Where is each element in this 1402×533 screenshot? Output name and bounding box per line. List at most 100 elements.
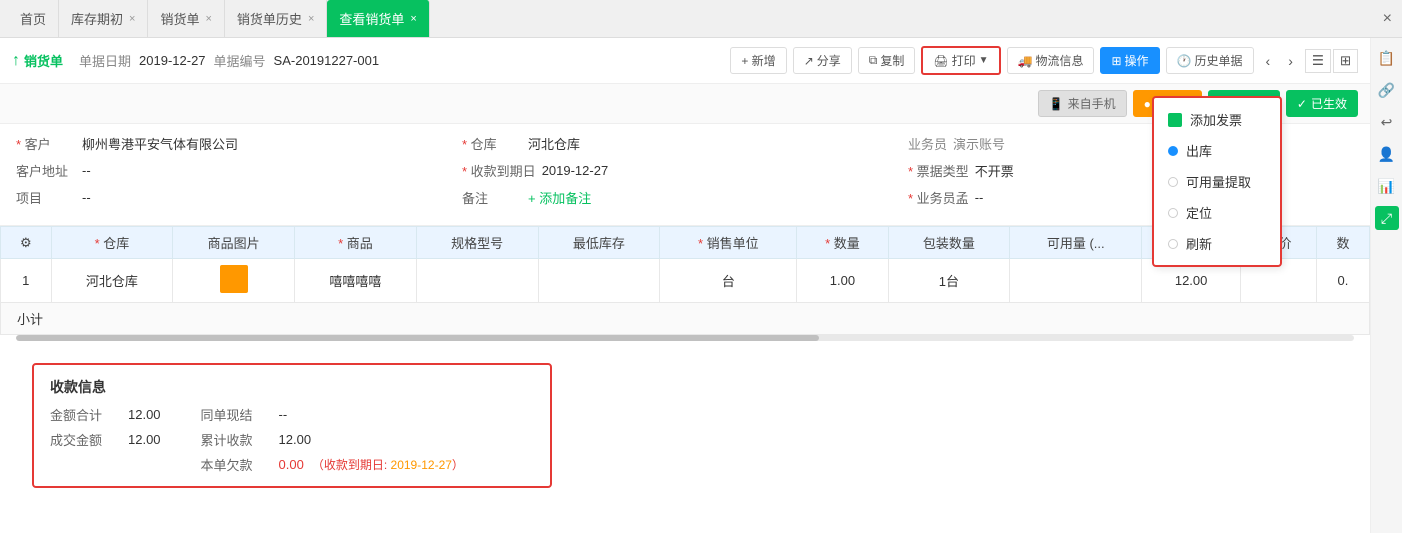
tab-view-sales[interactable]: 查看销货单 × <box>327 0 429 37</box>
col-image: 商品图片 <box>173 227 295 259</box>
tab-view-sales-label: 查看销货单 <box>339 9 404 28</box>
warehouse-field: 仓库 河北仓库 <box>462 134 908 153</box>
warehouse-value: 河北仓库 <box>528 134 580 153</box>
sidebar-chart-icon[interactable]: 📊 <box>1375 174 1399 198</box>
tab-sales-close[interactable]: × <box>205 13 211 25</box>
dropdown-out-warehouse[interactable]: 出库 <box>1154 135 1280 166</box>
window-close-button[interactable]: × <box>1383 10 1392 28</box>
row-product: 嘻嘻嘻嘻 <box>295 259 417 303</box>
same-order-row: 同单现结 -- <box>201 405 464 424</box>
total-label: 金额合计 <box>50 405 120 424</box>
add-remark-button[interactable]: + 添加备注 <box>528 188 591 207</box>
row-spec <box>416 259 538 303</box>
effective-button[interactable]: ✓ 已生效 <box>1286 90 1358 117</box>
owe-row: 本单欠款 0.00 （收款到期日: 2019-12-27） <box>201 455 464 474</box>
sidebar-link-icon[interactable]: 🔗 <box>1375 78 1399 102</box>
tab-sales-history-label: 销货单历史 <box>237 9 302 28</box>
total-value: 12.00 <box>128 407 161 422</box>
staff-field: 业务员 演示账号 <box>908 134 1354 153</box>
warehouse-label: 仓库 <box>462 134 522 153</box>
doc-actions: + 新增 ↗ 分享 ⧉ 复制 🖨 打印 ▼ 🚚 物流信息 <box>730 46 1358 75</box>
payment-date-label: 收款到期日 <box>462 161 536 180</box>
same-order-label: 同单现结 <box>201 405 271 424</box>
subtotal-label: 小计 <box>1 303 1370 335</box>
tab-sales-history-close[interactable]: × <box>308 13 314 25</box>
salesman-value: -- <box>975 190 984 205</box>
doc-header: ↑ 销货单 单据日期 2019-12-27 单据编号 SA-20191227-0… <box>0 38 1370 84</box>
tab-inventory-label: 库存期初 <box>71 9 123 28</box>
col-gear[interactable]: ⚙ <box>1 227 52 259</box>
grid-view-button[interactable]: ⊞ <box>1333 49 1358 73</box>
remark-field: 备注 + 添加备注 <box>462 188 908 207</box>
staff-label: 业务员 <box>908 134 947 153</box>
payment-title: 收款信息 <box>50 377 534 397</box>
dropdown-available-qty[interactable]: 可用量提取 <box>1154 166 1280 197</box>
tab-sales-history[interactable]: 销货单历史 × <box>225 0 327 37</box>
from-mobile-button[interactable]: 📱 来自手机 <box>1038 90 1127 117</box>
dropdown-refresh[interactable]: 刷新 <box>1154 228 1280 259</box>
ops-icon: ⊞ <box>1111 54 1121 68</box>
effective-icon: ✓ <box>1297 97 1307 111</box>
ops-button[interactable]: ⊞ 操作 <box>1100 47 1159 74</box>
tab-sales[interactable]: 销货单 × <box>148 0 224 37</box>
tab-inventory-close[interactable]: × <box>129 13 135 25</box>
row-no: 1 <box>1 259 52 303</box>
available-qty-icon <box>1168 177 1178 187</box>
sidebar-expand-icon[interactable]: ⤢ <box>1375 206 1399 230</box>
tab-home[interactable]: 首页 <box>8 0 59 37</box>
payment-col-right: 同单现结 -- 累计收款 12.00 本单欠款 0.00 （收款到期日: 201… <box>201 405 464 474</box>
gear-icon: ⚙ <box>20 235 32 250</box>
doc-type-label: 销货单 <box>24 51 63 70</box>
right-sidebar: 📋 🔗 ↩ 👤 📊 ⤢ <box>1370 38 1402 533</box>
copy-button[interactable]: ⧉ 复制 <box>858 47 916 74</box>
row-warehouse: 河北仓库 <box>51 259 173 303</box>
number-label: 单据编号 <box>214 51 266 70</box>
logistics-button[interactable]: 🚚 物流信息 <box>1007 47 1095 74</box>
col-amount: 数 <box>1316 227 1369 259</box>
staff-value: 演示账号 <box>953 134 1005 153</box>
sidebar-clipboard-icon[interactable]: 📋 <box>1375 46 1399 70</box>
deal-row: 成交金额 12.00 <box>50 430 161 449</box>
history-button[interactable]: 🕐 历史单据 <box>1166 47 1254 74</box>
tab-view-sales-close[interactable]: × <box>410 13 416 25</box>
tab-bar: 首页 库存期初 × 销货单 × 销货单历史 × 查看销货单 × × <box>0 0 1402 38</box>
col-pack-qty: 包装数量 <box>888 227 1010 259</box>
tab-inventory[interactable]: 库存期初 × <box>59 0 148 37</box>
address-field: 客户地址 -- <box>16 161 462 180</box>
project-field: 项目 -- <box>16 188 462 207</box>
ticket-type-value: 不开票 <box>975 161 1014 180</box>
owe-note: （收款到期日: 2019-12-27） <box>312 456 464 473</box>
refresh-icon <box>1168 239 1178 249</box>
ops-dropdown: 添加发票 出库 可用量提取 定位 刷新 <box>1152 96 1282 267</box>
cumulative-value: 12.00 <box>279 432 312 447</box>
list-view-button[interactable]: ☰ <box>1305 49 1331 73</box>
sidebar-return-icon[interactable]: ↩ <box>1375 110 1399 134</box>
payment-col-left: 金额合计 12.00 成交金额 12.00 <box>50 405 161 474</box>
locate-icon <box>1168 208 1178 218</box>
tab-home-label: 首页 <box>20 9 46 28</box>
logistics-icon: 🚚 <box>1018 54 1033 68</box>
deal-value: 12.00 <box>128 432 161 447</box>
salesman-field: 业务员孟 -- <box>908 188 1354 207</box>
dropdown-add-invoice-label: 添加发票 <box>1190 110 1242 129</box>
project-label: 项目 <box>16 188 76 207</box>
col-qty: 数量 <box>797 227 888 259</box>
row-unit: 台 <box>660 259 797 303</box>
sidebar-user-icon[interactable]: 👤 <box>1375 142 1399 166</box>
doc-meta: 单据日期 2019-12-27 单据编号 SA-20191227-001 <box>79 51 379 70</box>
dropdown-locate[interactable]: 定位 <box>1154 197 1280 228</box>
customer-label: 客户 <box>16 134 76 153</box>
dropdown-locate-label: 定位 <box>1186 203 1212 222</box>
nav-prev[interactable]: ‹ <box>1260 49 1277 73</box>
payment-rows: 金额合计 12.00 成交金额 12.00 同单现结 -- <box>50 405 534 474</box>
out-warehouse-icon <box>1168 146 1178 156</box>
new-button[interactable]: + 新增 <box>730 47 786 74</box>
remark-label: 备注 <box>462 188 522 207</box>
print-button[interactable]: 🖨 打印 ▼ <box>921 46 1000 75</box>
nav-next[interactable]: › <box>1282 49 1299 73</box>
dropdown-add-invoice[interactable]: 添加发票 <box>1154 104 1280 135</box>
cumulative-row: 累计收款 12.00 <box>201 430 464 449</box>
share-button[interactable]: ↗ 分享 <box>793 47 852 74</box>
ticket-type-field: 票据类型 不开票 <box>908 161 1354 180</box>
mobile-icon: 📱 <box>1049 97 1064 111</box>
